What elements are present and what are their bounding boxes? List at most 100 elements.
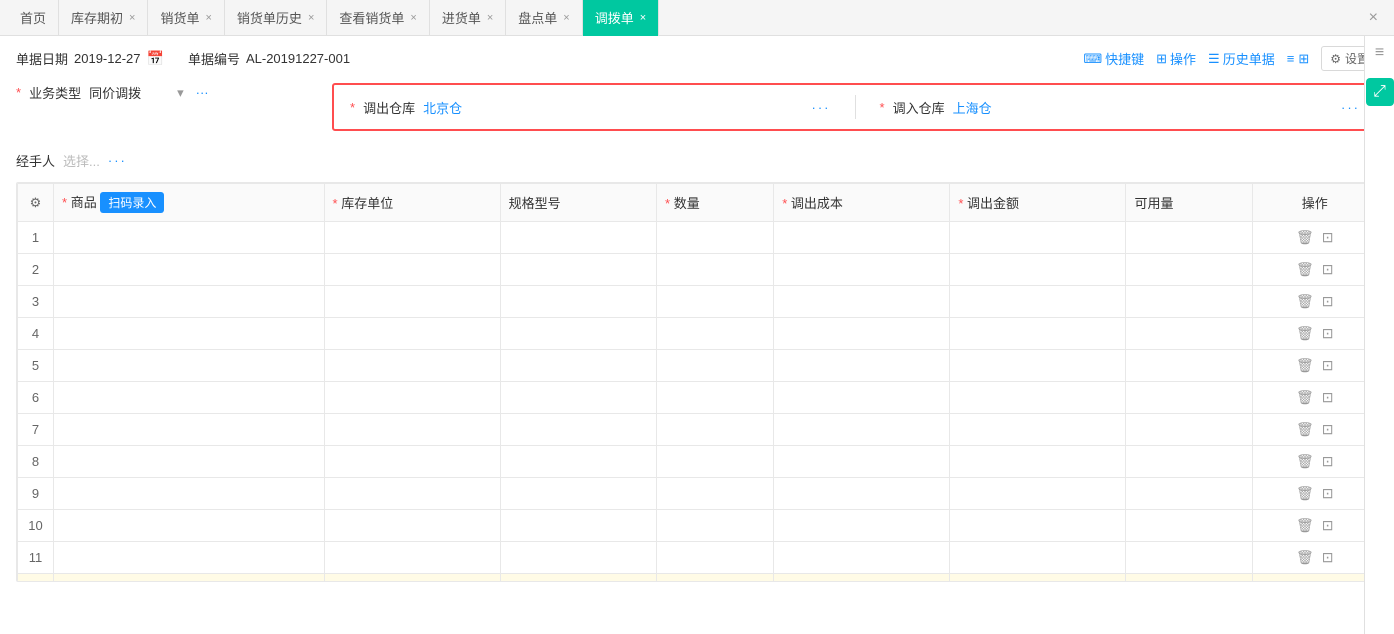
copy-button[interactable]: ⊡ [1322, 325, 1334, 342]
cell-unit[interactable] [324, 254, 500, 286]
in-ellipsis-btn[interactable]: ··· [1341, 100, 1360, 115]
cell-spec[interactable] [500, 350, 656, 382]
cell-available[interactable] [1126, 254, 1253, 286]
cell-cost[interactable] [774, 254, 950, 286]
delete-button[interactable]: 🗑 [1296, 261, 1314, 278]
cell-spec[interactable] [500, 254, 656, 286]
sidebar-expand-icon[interactable]: ⤢ [1366, 78, 1394, 106]
close-icon-active[interactable]: × [640, 12, 646, 24]
tab-purchase[interactable]: 进货单 × [430, 0, 506, 36]
cell-cost[interactable] [774, 222, 950, 254]
cell-available[interactable] [1126, 382, 1253, 414]
close-icon[interactable]: × [308, 12, 314, 24]
copy-button[interactable]: ⊡ [1322, 389, 1334, 406]
cell-cost[interactable] [774, 414, 950, 446]
cell-amount[interactable] [950, 382, 1126, 414]
delete-button[interactable]: 🗑 [1296, 421, 1314, 438]
cell-amount[interactable] [950, 286, 1126, 318]
cell-available[interactable] [1126, 446, 1253, 478]
delete-button[interactable]: 🗑 [1296, 325, 1314, 342]
view-toggle[interactable]: ≡ ⊞ [1287, 51, 1310, 67]
copy-button[interactable]: ⊡ [1322, 421, 1334, 438]
close-icon[interactable]: × [205, 12, 211, 24]
cell-cost[interactable] [774, 350, 950, 382]
cell-spec[interactable] [500, 286, 656, 318]
cell-product[interactable] [54, 478, 325, 510]
out-warehouse-value[interactable]: 北京仓 [423, 98, 462, 117]
scan-button[interactable]: 扫码录入 [100, 192, 164, 213]
cell-qty[interactable] [657, 510, 774, 542]
cell-spec[interactable] [500, 382, 656, 414]
copy-button[interactable]: ⊡ [1322, 517, 1334, 534]
cell-amount[interactable] [950, 222, 1126, 254]
cell-qty[interactable] [657, 318, 774, 350]
cell-qty[interactable] [657, 382, 774, 414]
cell-spec[interactable] [500, 510, 656, 542]
cell-spec[interactable] [500, 222, 656, 254]
cell-product[interactable] [54, 318, 325, 350]
cell-cost[interactable] [774, 446, 950, 478]
cell-amount[interactable] [950, 254, 1126, 286]
delete-button[interactable]: 🗑 [1296, 389, 1314, 406]
cell-spec[interactable] [500, 414, 656, 446]
cell-product[interactable] [54, 510, 325, 542]
cell-cost[interactable] [774, 318, 950, 350]
cell-unit[interactable] [324, 382, 500, 414]
cell-product[interactable] [54, 222, 325, 254]
copy-button[interactable]: ⊡ [1322, 357, 1334, 374]
cell-unit[interactable] [324, 478, 500, 510]
delete-button[interactable]: 🗑 [1296, 229, 1314, 246]
cell-amount[interactable] [950, 510, 1126, 542]
tab-initial-stock[interactable]: 库存期初 × [59, 0, 148, 36]
shortcuts-btn[interactable]: ⌨ 快捷键 [1083, 49, 1144, 68]
close-icon[interactable]: × [410, 12, 416, 24]
in-warehouse-value[interactable]: 上海仓 [953, 98, 992, 117]
cell-qty[interactable] [657, 478, 774, 510]
copy-button[interactable]: ⊡ [1322, 485, 1334, 502]
cell-unit[interactable] [324, 446, 500, 478]
person-select[interactable]: 选择... [63, 151, 100, 170]
cell-available[interactable] [1126, 510, 1253, 542]
cell-unit[interactable] [324, 350, 500, 382]
close-icon[interactable]: × [563, 12, 569, 24]
cell-available[interactable] [1126, 222, 1253, 254]
copy-button[interactable]: ⊡ [1322, 261, 1334, 278]
tab-inventory[interactable]: 盘点单 × [506, 0, 582, 36]
out-ellipsis-btn[interactable]: ··· [812, 100, 831, 115]
cell-available[interactable] [1126, 478, 1253, 510]
close-icon[interactable]: × [487, 12, 493, 24]
cell-cost[interactable] [774, 286, 950, 318]
table-gear-icon[interactable]: ⚙ [30, 195, 42, 210]
cell-product[interactable] [54, 382, 325, 414]
cell-product[interactable] [54, 350, 325, 382]
dropdown-arrow-icon[interactable]: ▾ [177, 85, 184, 101]
cell-qty[interactable] [657, 286, 774, 318]
calendar-icon[interactable]: 📅 [147, 50, 164, 67]
person-ellipsis-btn[interactable]: ··· [108, 153, 127, 168]
cell-available[interactable] [1126, 414, 1253, 446]
cell-unit[interactable] [324, 286, 500, 318]
cell-product[interactable] [54, 414, 325, 446]
cell-available[interactable] [1126, 350, 1253, 382]
cell-product[interactable] [54, 286, 325, 318]
delete-button[interactable]: 🗑 [1296, 453, 1314, 470]
cell-cost[interactable] [774, 510, 950, 542]
cell-amount[interactable] [950, 350, 1126, 382]
operations-btn[interactable]: ⊞ 操作 [1156, 49, 1196, 68]
cell-qty[interactable] [657, 254, 774, 286]
cell-qty[interactable] [657, 350, 774, 382]
copy-button[interactable]: ⊡ [1322, 453, 1334, 470]
cell-qty[interactable] [657, 542, 774, 574]
cell-amount[interactable] [950, 318, 1126, 350]
cell-unit[interactable] [324, 318, 500, 350]
cell-amount[interactable] [950, 414, 1126, 446]
tab-sales-history[interactable]: 销货单历史 × [225, 0, 327, 36]
delete-button[interactable]: 🗑 [1296, 485, 1314, 502]
cell-available[interactable] [1126, 542, 1253, 574]
delete-button[interactable]: 🗑 [1296, 293, 1314, 310]
cell-product[interactable] [54, 446, 325, 478]
cell-qty[interactable] [657, 414, 774, 446]
gear-header[interactable]: ⚙ [18, 184, 54, 222]
close-icon[interactable]: × [129, 12, 135, 24]
cell-spec[interactable] [500, 542, 656, 574]
